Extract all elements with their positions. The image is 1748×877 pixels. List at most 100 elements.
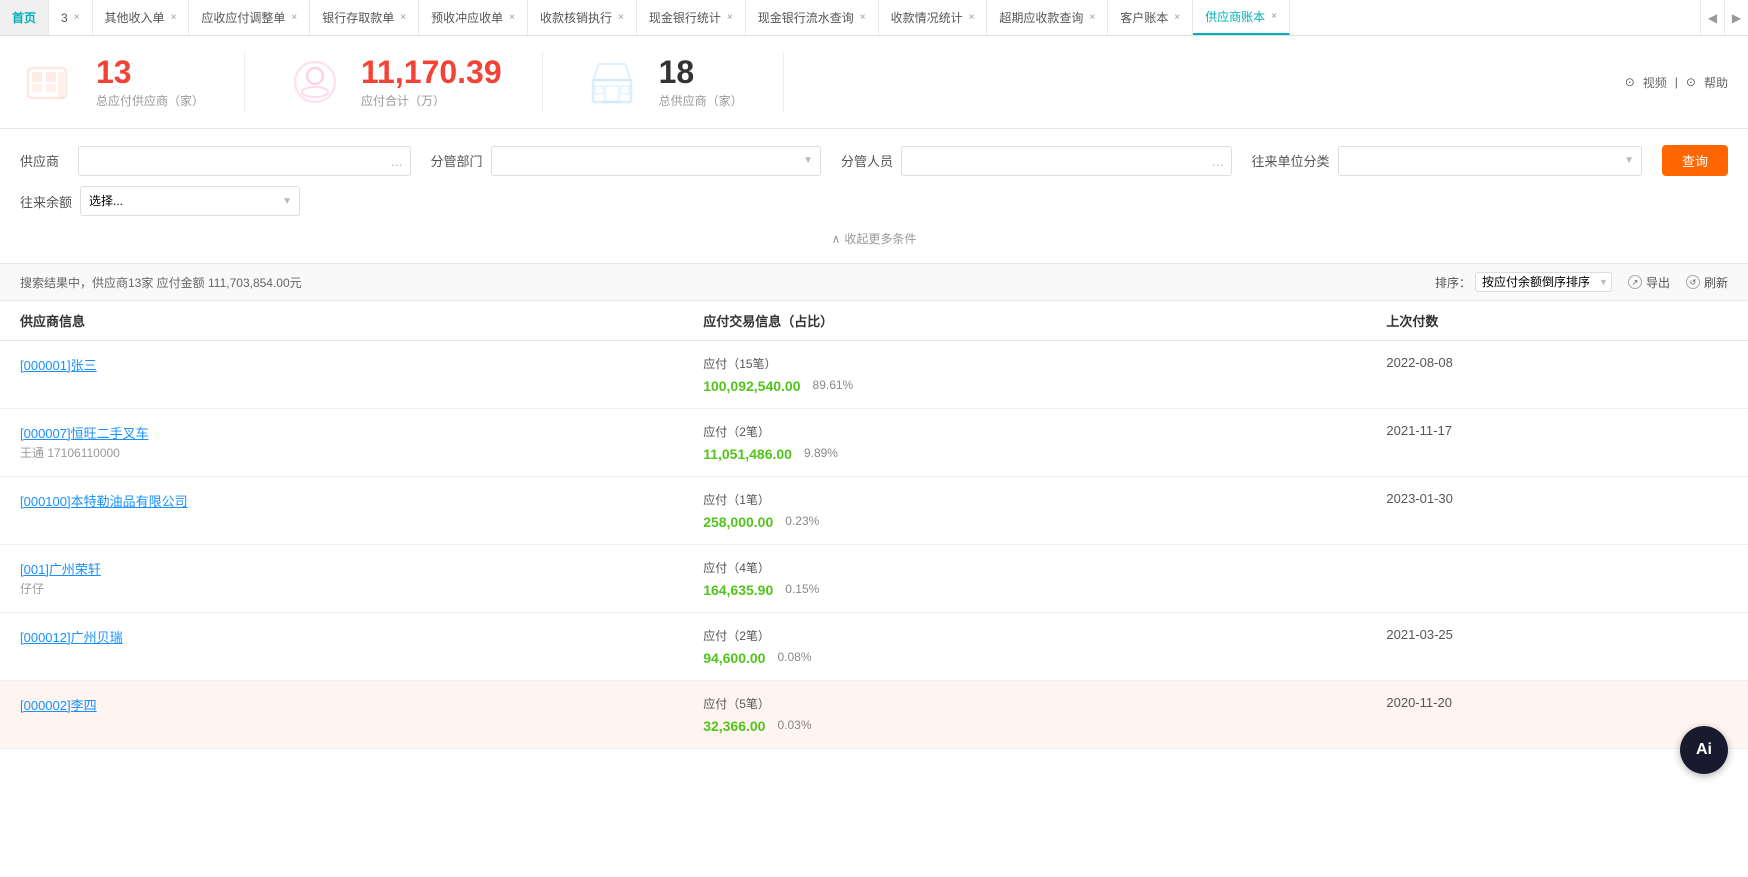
close-tab-prepay-ar[interactable]: × — [509, 12, 515, 23]
stat-label-payable-amount: 应付合计（万） — [361, 92, 502, 109]
search-field-unit-category: 往来单位分类 ▼ — [1252, 146, 1643, 176]
trans-pct-2: 0.23% — [785, 514, 819, 528]
close-tab-cash-flow[interactable]: × — [860, 12, 866, 23]
supplier-sub-1: 王通 17106110000 — [20, 444, 703, 461]
trans-amount-3: 164,635.90 — [703, 582, 773, 598]
tab-3[interactable]: 3 × — [49, 0, 93, 35]
col-header-lastpay: 上次付数 — [1386, 311, 1728, 330]
stat-icon-suppliers — [20, 52, 80, 112]
department-select-wrapper: ▼ — [491, 146, 821, 176]
close-tab-overdue-ar[interactable]: × — [1089, 12, 1095, 23]
export-link[interactable]: ↗ 导出 — [1628, 274, 1670, 291]
trans-amount-0: 100,092,540.00 — [703, 378, 800, 394]
trans-pct-4: 0.08% — [777, 650, 811, 664]
trans-amount-5: 32,366.00 — [703, 718, 765, 734]
close-tab-cash-bank-stat[interactable]: × — [727, 12, 733, 23]
tab-home[interactable]: 首页 — [0, 0, 49, 35]
collapse-button[interactable]: ∧ 收起更多条件 — [832, 230, 917, 247]
trans-amount-2: 258,000.00 — [703, 514, 773, 530]
supplier-link-0[interactable]: [000001]张三 — [20, 355, 703, 374]
supplier-input[interactable] — [78, 146, 411, 176]
tab-overdue-ar[interactable]: 超期应收款查询 × — [987, 0, 1108, 35]
collapse-label: 收起更多条件 — [844, 230, 916, 247]
table-row: [000001]张三 应付（15笔） 100,092,540.00 89.61%… — [0, 341, 1748, 409]
tab-cash-flow[interactable]: 现金银行流水查询 × — [746, 0, 879, 35]
ai-badge[interactable]: Ai — [1680, 726, 1728, 774]
stat-info-total-suppliers: 18 总供应商（家） — [659, 56, 743, 109]
tab-supplier-ledger[interactable]: 供应商账本 × — [1193, 0, 1290, 35]
supplier-cell-0: [000001]张三 — [20, 355, 703, 376]
trans-pct-1: 9.89% — [804, 446, 838, 460]
tab-ar-adjust[interactable]: 应收应付调整单 × — [189, 0, 310, 35]
close-tab-customer-ledger[interactable]: × — [1174, 12, 1180, 23]
manager-input[interactable] — [901, 146, 1231, 176]
trans-pct-0: 89.61% — [813, 378, 854, 392]
lastpay-cell-2: 2023-01-30 — [1386, 491, 1728, 506]
help-icon: ⊙ — [1686, 75, 1696, 89]
search-field-manager: 分管人员 ... — [841, 146, 1232, 176]
close-tab-other-income[interactable]: × — [171, 12, 177, 23]
stat-payable-amount: 11,170.39 应付合计（万） — [285, 52, 543, 112]
close-tab-collect-exec[interactable]: × — [618, 12, 624, 23]
supplier-cell-4: [000012]广州贝瑞 — [20, 627, 703, 648]
nav-left-arrow[interactable]: ◀ — [1700, 0, 1724, 36]
video-icon: ⊙ — [1625, 75, 1635, 89]
table-row: [000007]恒旺二手叉车 王通 17106110000 应付（2笔） 11,… — [0, 409, 1748, 477]
supplier-label: 供应商 — [20, 151, 70, 170]
tab-bank-deposit[interactable]: 银行存取款单 × — [310, 0, 419, 35]
stat-icon-amount — [285, 52, 345, 112]
close-tab-3[interactable]: × — [74, 12, 80, 23]
department-label: 分管部门 — [431, 151, 483, 170]
supplier-dots[interactable]: ... — [391, 153, 403, 169]
nav-right-arrow[interactable]: ▶ — [1724, 0, 1748, 36]
tab-customer-ledger[interactable]: 客户账本 × — [1108, 0, 1193, 35]
tab-collect-stat[interactable]: 收款情况统计 × — [879, 0, 988, 35]
table-row: [001]广州荣轩 仔仔 应付（4笔） 164,635.90 0.15% — [0, 545, 1748, 613]
tab-cash-bank-stat[interactable]: 现金银行统计 × — [637, 0, 746, 35]
trans-row-1: 11,051,486.00 9.89% — [703, 444, 1386, 462]
close-tab-bank-deposit[interactable]: × — [400, 12, 406, 23]
transaction-cell-0: 应付（15笔） 100,092,540.00 89.61% — [703, 355, 1386, 394]
tab-collect-exec[interactable]: 收款核销执行 × — [528, 0, 637, 35]
table-header: 供应商信息 应付交易信息（占比） 上次付数 — [0, 301, 1748, 341]
unit-category-select-wrapper: ▼ — [1338, 146, 1642, 176]
balance-select[interactable]: 选择... — [80, 186, 300, 216]
close-tab-supplier-ledger[interactable]: × — [1271, 11, 1277, 22]
lastpay-cell-0: 2022-08-08 — [1386, 355, 1728, 370]
supplier-link-3[interactable]: [001]广州荣轩 — [20, 559, 703, 578]
video-link[interactable]: 视频 — [1643, 74, 1667, 91]
transaction-cell-5: 应付（5笔） 32,366.00 0.03% — [703, 695, 1386, 734]
tab-other-income[interactable]: 其他收入单 × — [93, 0, 190, 35]
trans-amount-1: 11,051,486.00 — [703, 446, 792, 462]
department-select[interactable] — [491, 146, 821, 176]
lastpay-cell-5: 2020-11-20 — [1386, 695, 1728, 710]
sort-select-wrapper: 按应付余额倒序排序 ▼ — [1475, 272, 1612, 292]
supplier-link-4[interactable]: [000012]广州贝瑞 — [20, 627, 703, 646]
transaction-cell-2: 应付（1笔） 258,000.00 0.23% — [703, 491, 1386, 530]
stat-total-suppliers: 18 总供应商（家） — [583, 52, 784, 112]
supplier-link-5[interactable]: [000002]李四 — [20, 695, 703, 714]
query-button[interactable]: 查询 — [1662, 145, 1728, 176]
supplier-link-2[interactable]: [000100]本特勒油品有限公司 — [20, 491, 703, 510]
tab-prepay-ar[interactable]: 预收冲应收单 × — [419, 0, 528, 35]
close-tab-ar-adjust[interactable]: × — [291, 12, 297, 23]
supplier-link-1[interactable]: [000007]恒旺二手叉车 — [20, 423, 703, 442]
manager-dots[interactable]: ... — [1212, 153, 1224, 169]
sort-select[interactable]: 按应付余额倒序排序 — [1475, 272, 1612, 292]
close-tab-collect-stat[interactable]: × — [969, 12, 975, 23]
supplier-cell-1: [000007]恒旺二手叉车 王通 17106110000 — [20, 423, 703, 461]
transaction-cell-1: 应付（2笔） 11,051,486.00 9.89% — [703, 423, 1386, 462]
help-link[interactable]: 帮助 — [1704, 74, 1728, 91]
manager-label: 分管人员 — [841, 151, 893, 170]
trans-row-4: 94,600.00 0.08% — [703, 648, 1386, 666]
stat-number-total-suppliers: 18 — [659, 56, 743, 88]
balance-select-wrapper: 选择... ▼ — [80, 186, 300, 216]
stats-bar: 13 总应付供应商（家） 11,170.39 应付合计（万） — [0, 36, 1748, 129]
refresh-icon: ↺ — [1686, 275, 1700, 289]
unit-category-select[interactable] — [1338, 146, 1642, 176]
top-navigation: 首页 3 × 其他收入单 × 应收应付调整单 × 银行存取款单 × 预收冲应收单… — [0, 0, 1748, 36]
refresh-link[interactable]: ↺ 刷新 — [1686, 274, 1728, 291]
transaction-cell-3: 应付（4笔） 164,635.90 0.15% — [703, 559, 1386, 598]
table-body: [000001]张三 应付（15笔） 100,092,540.00 89.61%… — [0, 341, 1748, 877]
search-field-supplier: 供应商 ... — [20, 146, 411, 176]
